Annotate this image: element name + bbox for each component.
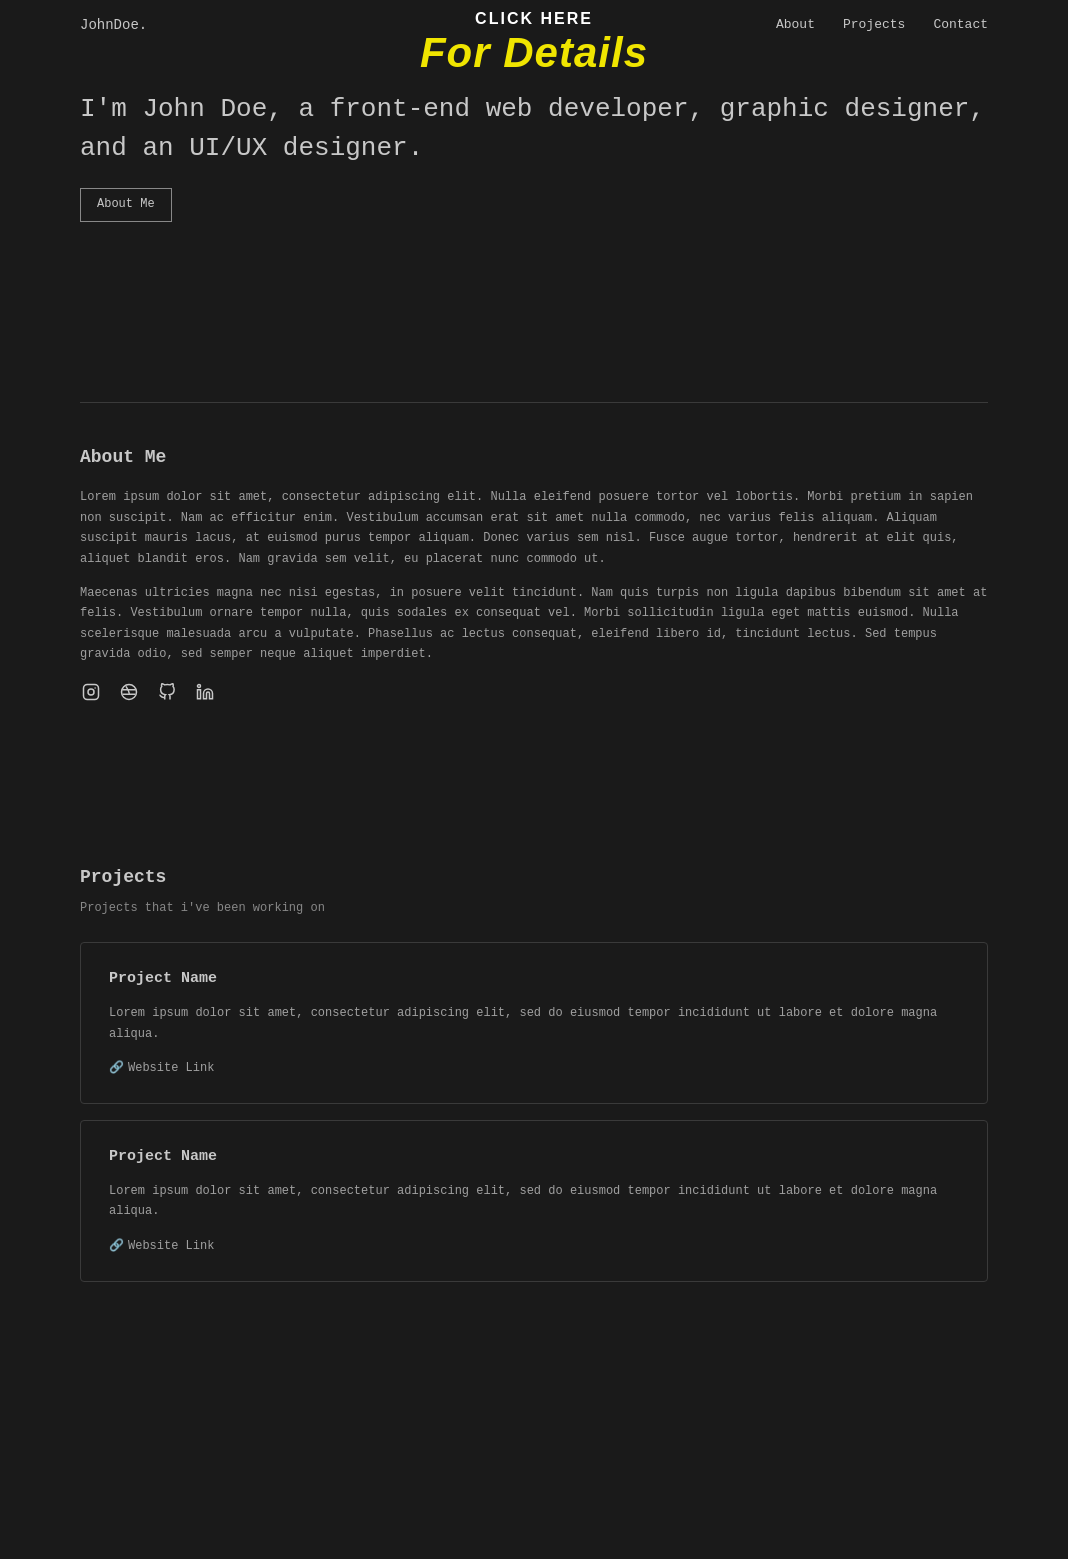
nav-logo: JohnDoe. bbox=[80, 14, 147, 36]
banner-click-text: CLICK HERE bbox=[420, 6, 648, 32]
link-icon: 🔗 bbox=[109, 1059, 124, 1078]
about-paragraph-1: Lorem ipsum dolor sit amet, consectetur … bbox=[80, 487, 988, 569]
projects-section: Projects Projects that i've been working… bbox=[0, 843, 1068, 1358]
navbar: JohnDoe. CLICK HERE For Details About Pr… bbox=[0, 0, 1068, 50]
linkedin-icon[interactable] bbox=[194, 681, 216, 703]
svg-rect-4 bbox=[198, 689, 201, 698]
dribbble-icon[interactable] bbox=[118, 681, 140, 703]
projects-subtitle: Projects that i've been working on bbox=[80, 899, 988, 918]
nav-wrapper: JohnDoe. CLICK HERE For Details About Pr… bbox=[0, 0, 1068, 50]
svg-point-2 bbox=[94, 687, 96, 689]
svg-point-1 bbox=[88, 689, 94, 695]
about-section: About Me Lorem ipsum dolor sit amet, con… bbox=[0, 443, 1068, 763]
instagram-icon[interactable] bbox=[80, 681, 102, 703]
section-divider bbox=[80, 402, 988, 403]
hero-heading: I'm John Doe, a front-end web developer,… bbox=[80, 90, 988, 168]
project-2-link-label: Website Link bbox=[128, 1237, 214, 1256]
about-heading: About Me bbox=[80, 443, 988, 472]
hero-spacer bbox=[0, 242, 1068, 362]
projects-heading: Projects bbox=[80, 863, 988, 892]
svg-rect-0 bbox=[84, 684, 99, 699]
github-icon[interactable] bbox=[156, 681, 178, 703]
social-icons bbox=[80, 681, 988, 703]
nav-contact-link[interactable]: Contact bbox=[933, 15, 988, 36]
banner[interactable]: CLICK HERE For Details bbox=[400, 0, 668, 80]
project-1-link[interactable]: 🔗 Website Link bbox=[109, 1059, 214, 1078]
project-card-1: Project Name Lorem ipsum dolor sit amet,… bbox=[80, 942, 988, 1104]
project-card-2: Project Name Lorem ipsum dolor sit amet,… bbox=[80, 1120, 988, 1282]
project-2-link[interactable]: 🔗 Website Link bbox=[109, 1237, 214, 1256]
nav-links: About Projects Contact bbox=[776, 15, 988, 36]
about-me-button[interactable]: About Me bbox=[80, 188, 172, 221]
link-icon-2: 🔗 bbox=[109, 1237, 124, 1256]
banner-main-text: For Details bbox=[420, 32, 648, 74]
project-1-description: Lorem ipsum dolor sit amet, consectetur … bbox=[109, 1003, 959, 1044]
project-2-name: Project Name bbox=[109, 1145, 959, 1169]
project-1-link-label: Website Link bbox=[128, 1059, 214, 1078]
nav-about-link[interactable]: About bbox=[776, 15, 815, 36]
about-paragraph-2: Maecenas ultricies magna nec nisi egesta… bbox=[80, 583, 988, 665]
project-1-name: Project Name bbox=[109, 967, 959, 991]
projects-spacer bbox=[0, 763, 1068, 843]
svg-point-5 bbox=[198, 684, 201, 687]
nav-projects-link[interactable]: Projects bbox=[843, 15, 905, 36]
project-2-description: Lorem ipsum dolor sit amet, consectetur … bbox=[109, 1181, 959, 1222]
